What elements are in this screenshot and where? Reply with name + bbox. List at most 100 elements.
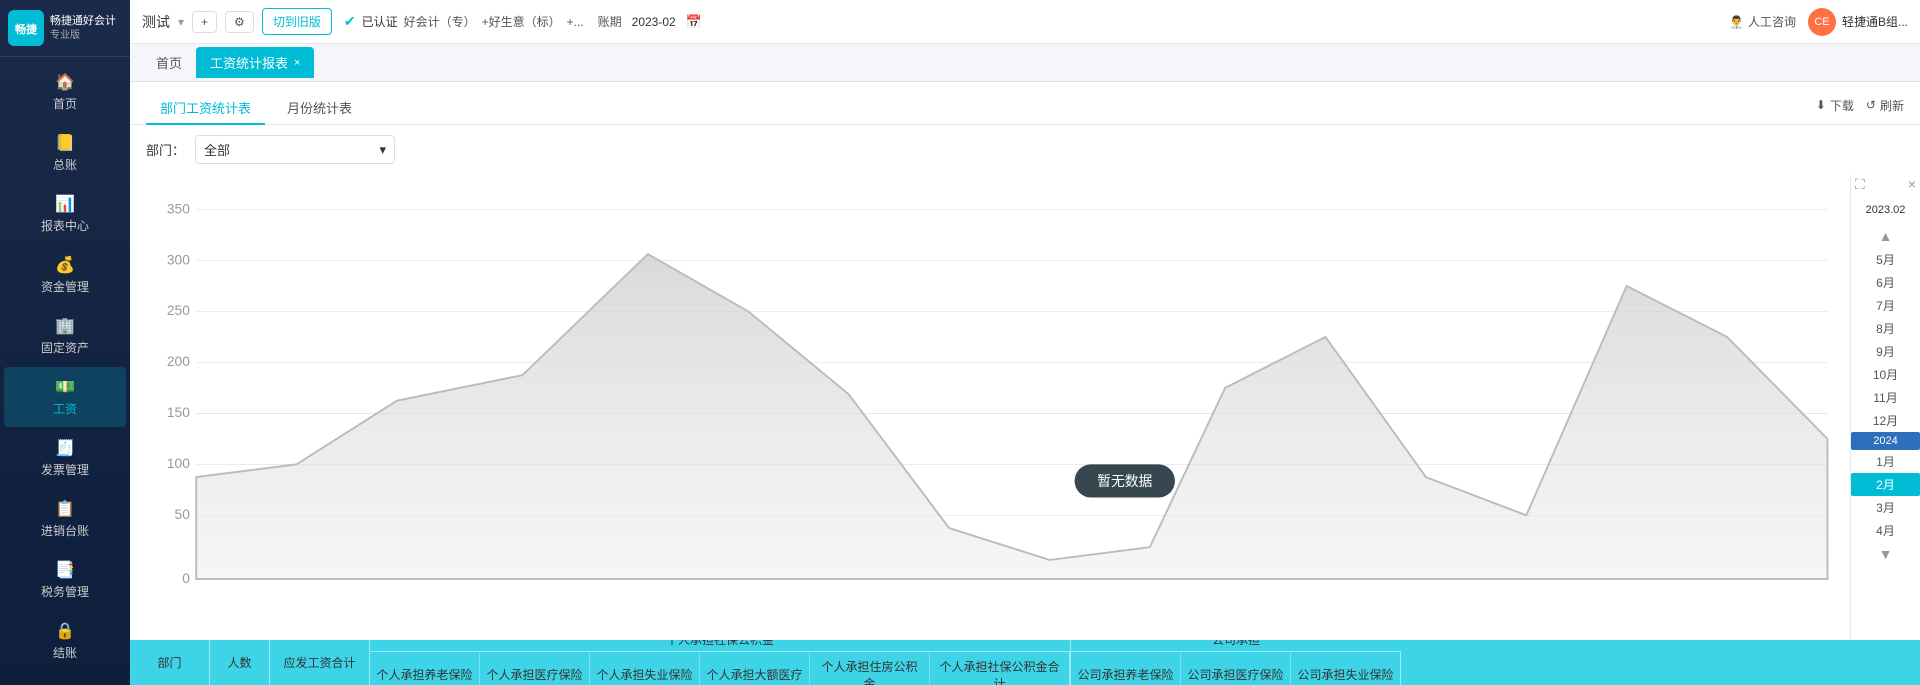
certified-label: 已认证: [362, 13, 398, 30]
sidebar-label-funds: 资金管理: [41, 278, 89, 295]
sidebar: 畅捷 畅捷通好会计 专业版 🏠 首页 📒 总账 📊 报表中心 💰 资金管理 🏢 …: [0, 0, 130, 685]
close-account-icon: 🔒: [55, 621, 75, 641]
username[interactable]: 轻捷通B组...: [1842, 13, 1908, 30]
sidebar-label-home: 首页: [53, 95, 77, 112]
svg-text:100: 100: [167, 455, 190, 471]
side-panel: × ⛶ 2023.02 ▲ 5月 6月 7月 8月 9月 10月 11月 12月…: [1850, 174, 1920, 640]
tab-salary-close[interactable]: ×: [294, 57, 300, 69]
service-label: 人工咨询: [1748, 13, 1796, 30]
service-icon: 👨‍💼: [1729, 15, 1744, 29]
assets-icon: 🏢: [55, 316, 75, 336]
col-personal-pension: 个人承担养老保险: [370, 652, 480, 685]
tax-icon: 📑: [55, 560, 75, 580]
col-personal-total: 个人承担社保公积金合计: [930, 652, 1070, 685]
col-dept: 部门: [130, 640, 210, 685]
month-1[interactable]: 1月: [1851, 450, 1920, 473]
panel-down-btn[interactable]: ▼: [1874, 542, 1898, 566]
group-company-cols: 公司承担养老保险 公司承担医疗保险 公司承担失业保险: [1071, 652, 1401, 685]
month-11[interactable]: 11月: [1851, 386, 1920, 409]
calendar-icon[interactable]: 📅: [686, 14, 702, 30]
period-label: 账期: [598, 13, 622, 30]
month-5[interactable]: 5月: [1851, 248, 1920, 271]
dept-select[interactable]: 全部 ▾: [195, 135, 395, 164]
badge-haokuai: 好会计（专）: [404, 13, 476, 30]
sidebar-label-salary: 工资: [53, 400, 77, 417]
settings-button[interactable]: ⚙: [225, 11, 254, 33]
sidebar-item-tax[interactable]: 📑 税务管理: [4, 550, 126, 610]
col-company-unemploy: 公司承担失业保险: [1291, 652, 1401, 685]
sidebar-item-invoice[interactable]: 🧾 发票管理: [4, 428, 126, 488]
sidebar-item-ledger[interactable]: 📒 总账: [4, 123, 126, 183]
badge-haoshengyi: +好生意（标）: [482, 13, 561, 30]
col-personal-housing: 个人承担住房公积金: [810, 652, 930, 685]
refresh-btn[interactable]: ↺ 刷新: [1866, 97, 1904, 114]
col-personal-major-medical: 个人承担大额医疗: [700, 652, 810, 685]
sidebar-item-sales[interactable]: 📋 进销台账: [4, 489, 126, 549]
sidebar-item-funds[interactable]: 💰 资金管理: [4, 245, 126, 305]
sidebar-nav: 🏠 首页 📒 总账 📊 报表中心 💰 资金管理 🏢 固定资产 💵 工资 🧾 发票…: [0, 57, 130, 685]
sidebar-item-close[interactable]: 🔒 结账: [4, 611, 126, 671]
month-9[interactable]: 9月: [1851, 340, 1920, 363]
col-company-medical: 公司承担医疗保险: [1181, 652, 1291, 685]
filter-label: 部门：: [146, 140, 185, 159]
month-12[interactable]: 12月: [1851, 409, 1920, 432]
sidebar-item-reports[interactable]: 📊 报表中心: [4, 184, 126, 244]
svg-text:0: 0: [182, 570, 190, 586]
download-icon: ⬇: [1816, 98, 1826, 112]
funds-icon: 💰: [55, 255, 75, 275]
year-2024[interactable]: 2024: [1851, 432, 1920, 450]
month-8[interactable]: 8月: [1851, 317, 1920, 340]
app-name: 畅捷通好会计: [50, 14, 116, 28]
month-6[interactable]: 6月: [1851, 271, 1920, 294]
svg-text:150: 150: [167, 404, 190, 420]
svg-text:暂无数据: 暂无数据: [1097, 473, 1152, 489]
subtab-dept[interactable]: 部门工资统计表: [146, 92, 265, 125]
month-2-active[interactable]: 2月: [1851, 473, 1920, 496]
svg-text:300: 300: [167, 251, 190, 267]
panel-nav: 5月 6月 7月 8月 9月 10月 11月 12月 2024 1月 2月 3月…: [1851, 248, 1920, 542]
sidebar-item-archive[interactable]: 📁 归档管理: [4, 672, 126, 685]
filter-row: 部门： 全部 ▾: [130, 125, 1920, 174]
sidebar-label-tax: 税务管理: [41, 583, 89, 600]
month-4[interactable]: 4月: [1851, 519, 1920, 542]
download-btn[interactable]: ⬇ 下载: [1816, 97, 1854, 114]
avatar-text: CE: [1814, 16, 1829, 28]
panel-date: 2023.02: [1860, 200, 1912, 220]
sidebar-label-reports: 报表中心: [41, 217, 89, 234]
avatar: CE: [1808, 8, 1836, 36]
switch-old-btn[interactable]: 切到旧版: [262, 8, 332, 35]
svg-text:50: 50: [175, 506, 191, 522]
add-button[interactable]: +: [192, 11, 217, 33]
col-count: 人数: [210, 640, 270, 685]
month-10[interactable]: 10月: [1851, 363, 1920, 386]
sidebar-item-salary[interactable]: 💵 工资: [4, 367, 126, 427]
sidebar-label-sales: 进销台账: [41, 522, 89, 539]
topbar-right: 👨‍💼 人工咨询 CE 轻捷通B组...: [1729, 8, 1908, 36]
tabbar: 首页 工资统计报表 ×: [130, 44, 1920, 82]
topbar: 测试 ▾ + ⚙ 切到旧版 ✔ 已认证 好会计（专） +好生意（标） +... …: [130, 0, 1920, 44]
panel-expand-icon[interactable]: ⛶: [1855, 176, 1865, 193]
subtab-monthly-label: 月份统计表: [287, 101, 352, 116]
service-btn[interactable]: 👨‍💼 人工咨询: [1729, 13, 1796, 30]
tab-salary[interactable]: 工资统计报表 ×: [196, 47, 314, 78]
svg-text:200: 200: [167, 353, 190, 369]
ledger-icon: 📒: [55, 133, 75, 153]
main-area: 测试 ▾ + ⚙ 切到旧版 ✔ 已认证 好会计（专） +好生意（标） +... …: [130, 0, 1920, 685]
sidebar-item-home[interactable]: 🏠 首页: [4, 62, 126, 122]
subtab-monthly[interactable]: 月份统计表: [273, 92, 366, 125]
app-edition: 专业版: [50, 29, 116, 42]
month-7[interactable]: 7月: [1851, 294, 1920, 317]
refresh-icon: ↺: [1866, 98, 1876, 112]
tab-salary-label: 工资统计报表: [210, 53, 288, 72]
panel-close-icon[interactable]: ×: [1908, 176, 1916, 192]
month-3[interactable]: 3月: [1851, 496, 1920, 519]
tab-home[interactable]: 首页: [142, 47, 196, 78]
panel-up-btn[interactable]: ▲: [1874, 224, 1898, 248]
topbar-badges: ✔ 已认证 好会计（专） +好生意（标） +... 账期 2023-02 📅: [344, 13, 702, 30]
home-icon: 🏠: [55, 72, 75, 92]
sidebar-label-assets: 固定资产: [41, 339, 89, 356]
sidebar-label-close: 结账: [53, 644, 77, 661]
sidebar-item-assets[interactable]: 🏢 固定资产: [4, 306, 126, 366]
group-personal-cols: 个人承担养老保险 个人承担医疗保险 个人承担失业保险 个人承担大额医疗 个人承担…: [370, 652, 1070, 685]
badge-more: +...: [567, 15, 584, 29]
